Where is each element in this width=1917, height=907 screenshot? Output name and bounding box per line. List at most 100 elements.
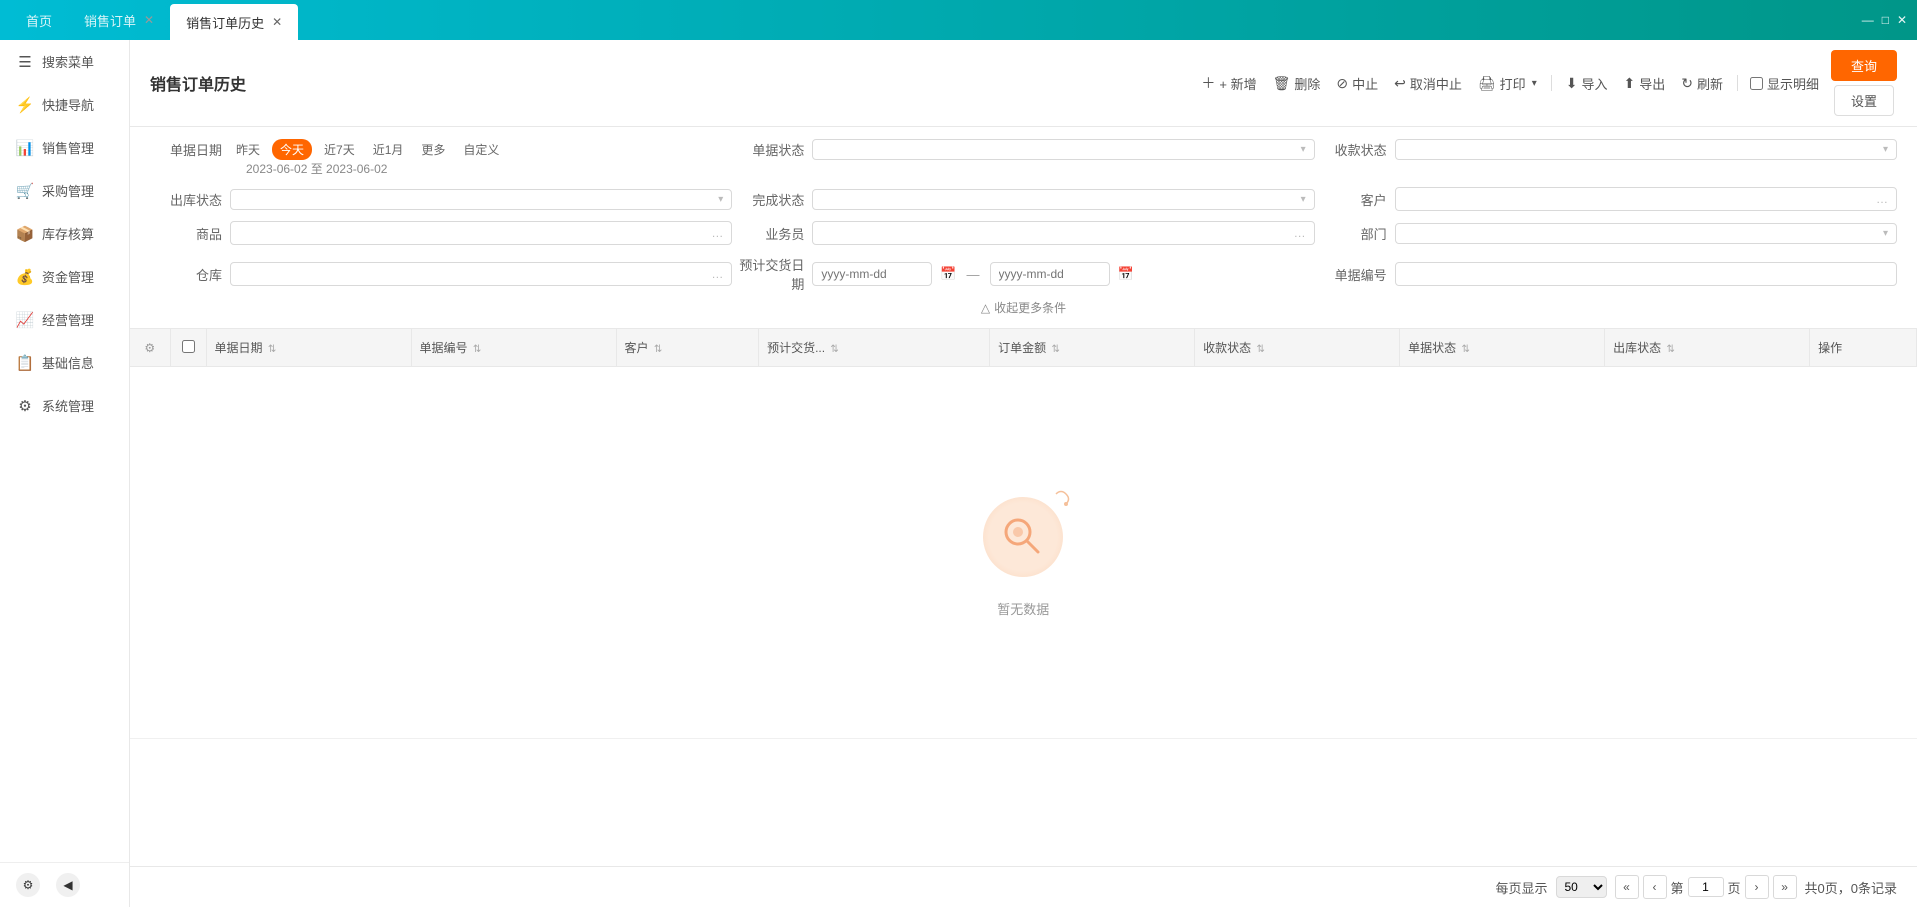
col-payment-status-sort-icon[interactable]: ⇅ [1256, 344, 1264, 355]
sidebar-item-business-label: 经营管理 [42, 310, 94, 329]
col-operation-label: 操作 [1818, 341, 1842, 355]
voucher-status-filter: 单据状态 ▾ [732, 139, 1314, 160]
tab-sales-order-close[interactable]: ✕ [144, 13, 154, 27]
col-date-sort-icon[interactable]: ⇅ [268, 344, 276, 355]
sidebar-item-inventory[interactable]: 📦 库存核算 [0, 212, 129, 255]
sidebar-item-finance[interactable]: 💰 资金管理 [0, 255, 129, 298]
col-no-sort-icon[interactable]: ⇅ [473, 344, 481, 355]
finance-icon: 💰 [16, 268, 34, 286]
import-button[interactable]: ⬇ 导入 [1564, 70, 1610, 97]
col-payment-status: 收款状态 ⇅ [1195, 329, 1400, 367]
delivery-status-select[interactable]: ▾ [230, 189, 732, 210]
complete-status-select[interactable]: ▾ [812, 189, 1314, 210]
customer-more-icon: … [1876, 192, 1888, 206]
delivery-date-start-input[interactable] [812, 262, 932, 286]
voucher-status-select[interactable]: ▾ [812, 139, 1314, 160]
sidebar-item-sys-mgmt[interactable]: ⚙ 系统管理 [0, 384, 129, 427]
select-all-checkbox[interactable] [182, 340, 195, 353]
sidebar-item-search-menu-label: 搜索菜单 [42, 52, 94, 71]
col-operation: 操作 [1810, 329, 1917, 367]
show-detail-checkbox-label[interactable]: 显示明细 [1750, 74, 1819, 93]
col-customer-sort-icon[interactable]: ⇅ [654, 344, 662, 355]
purchase-mgmt-icon: 🛒 [16, 182, 34, 200]
sidebar-item-search-menu[interactable]: ☰ 搜索菜单 [0, 40, 129, 83]
warehouse-more-icon: … [711, 267, 723, 281]
sidebar-item-business[interactable]: 📈 经营管理 [0, 298, 129, 341]
date-btn-today[interactable]: 今天 [272, 139, 312, 160]
warehouse-select[interactable]: … [230, 262, 732, 286]
collapse-more-btn[interactable]: △ 收起更多条件 [150, 299, 1897, 316]
page-prev-btn[interactable]: ‹ [1643, 875, 1667, 899]
date-range-row: 2023-06-02 至 2023-06-02 [150, 160, 732, 177]
delivery-date-end-cal-icon[interactable]: 📅 [1118, 266, 1134, 282]
show-detail-checkbox[interactable] [1750, 77, 1763, 90]
delivery-date-end-input[interactable] [990, 262, 1110, 286]
sidebar-item-basic-info[interactable]: 📋 基础信息 [0, 341, 129, 384]
delete-icon: 🗑 [1273, 75, 1291, 92]
page-input[interactable] [1688, 877, 1724, 897]
col-delivery-date-sort-icon[interactable]: ⇅ [830, 344, 838, 355]
table-settings-icon[interactable]: ⚙ [144, 341, 155, 355]
department-select[interactable]: ▾ [1395, 223, 1897, 244]
print-icon: 🖨 [1478, 75, 1496, 92]
tab-sales-order-history-close[interactable]: ✕ [272, 15, 282, 29]
voucher-no-input[interactable] [1395, 262, 1897, 286]
refresh-button[interactable]: ↻ 刷新 [1679, 70, 1725, 97]
col-delivery-status: 出库状态 ⇅ [1605, 329, 1810, 367]
query-button[interactable]: 查询 [1831, 50, 1897, 81]
date-btn-7days[interactable]: 近7天 [318, 139, 361, 160]
filter-row-1: 单据日期 昨天 今天 近7天 近1月 更多 自定义 2023-06-02 至 2… [150, 139, 1897, 177]
toolbar-divider-1 [1551, 75, 1552, 91]
date-btn-yesterday[interactable]: 昨天 [230, 139, 266, 160]
sidebar-item-sales-mgmt[interactable]: 📊 销售管理 [0, 126, 129, 169]
cancel-stop-button[interactable]: ↩ 取消中止 [1392, 70, 1464, 97]
sidebar-item-purchase-mgmt[interactable]: 🛒 采购管理 [0, 169, 129, 212]
maximize-btn[interactable]: □ [1882, 13, 1889, 27]
new-label: + 新增 [1219, 74, 1256, 93]
delivery-date-range: 📅 — 📅 [812, 262, 1133, 286]
tab-sales-order-history[interactable]: 销售订单历史 ✕ [170, 4, 298, 40]
customer-select[interactable]: … [1395, 187, 1897, 211]
delete-button[interactable]: 🗑 删除 [1271, 70, 1323, 97]
product-select[interactable]: … [230, 221, 732, 245]
stop-button[interactable]: ⊘ 中止 [1334, 70, 1380, 97]
filter-row-2: 出库状态 ▾ 完成状态 ▾ 客户 [150, 187, 1897, 211]
payment-status-select[interactable]: ▾ [1395, 139, 1897, 160]
search-menu-icon: ☰ [16, 53, 34, 71]
salesperson-select[interactable]: … [812, 221, 1314, 245]
minimize-btn[interactable]: — [1862, 13, 1874, 27]
sidebar-item-sys-mgmt-label: 系统管理 [42, 396, 94, 415]
sidebar-collapse-icon[interactable]: ◀ [56, 873, 80, 897]
empty-cell: 暂无数据 [130, 367, 1917, 739]
table-footer: 每页显示 20 50 100 « ‹ 第 页 › » 共0页，0条记录 [130, 866, 1917, 907]
page-next-btn[interactable]: › [1745, 875, 1769, 899]
sidebar-settings-icon[interactable]: ⚙ [16, 873, 40, 897]
date-btn-1month[interactable]: 近1月 [367, 139, 410, 160]
tab-sales-order[interactable]: 销售订单 ✕ [68, 0, 170, 40]
close-btn[interactable]: ✕ [1897, 13, 1907, 27]
col-voucher-status-sort-icon[interactable]: ⇅ [1462, 344, 1470, 355]
sidebar-item-quick-nav[interactable]: ⚡ 快捷导航 [0, 83, 129, 126]
stop-label: 中止 [1352, 74, 1378, 93]
print-button[interactable]: 🖨 打印 ▾ [1476, 70, 1539, 97]
page-size-label: 每页显示 [1495, 878, 1547, 897]
setting-button[interactable]: 设置 [1834, 85, 1894, 116]
tab-home[interactable]: 首页 [10, 0, 68, 40]
col-date: 单据日期 ⇅ [206, 329, 411, 367]
page-nav: « ‹ 第 页 › » [1615, 875, 1797, 899]
voucher-status-label: 单据状态 [732, 140, 812, 159]
date-btn-custom[interactable]: 自定义 [457, 139, 505, 160]
date-btn-more[interactable]: 更多 [415, 139, 451, 160]
col-delivery-status-sort-icon[interactable]: ⇅ [1667, 344, 1675, 355]
sidebar-bottom: ⚙ ◀ [0, 862, 129, 907]
page-last-btn[interactable]: » [1773, 875, 1797, 899]
new-button[interactable]: ＋ + 新增 [1199, 69, 1258, 97]
export-label: 导出 [1639, 74, 1665, 93]
department-label: 部门 [1315, 224, 1395, 243]
page-size-select[interactable]: 20 50 100 [1556, 876, 1607, 898]
sidebar-item-finance-label: 资金管理 [42, 267, 94, 286]
col-amount-sort-icon[interactable]: ⇅ [1051, 344, 1059, 355]
export-button[interactable]: ⬆ 导出 [1621, 70, 1667, 97]
delivery-date-start-cal-icon[interactable]: 📅 [940, 266, 956, 282]
page-first-btn[interactable]: « [1615, 875, 1639, 899]
